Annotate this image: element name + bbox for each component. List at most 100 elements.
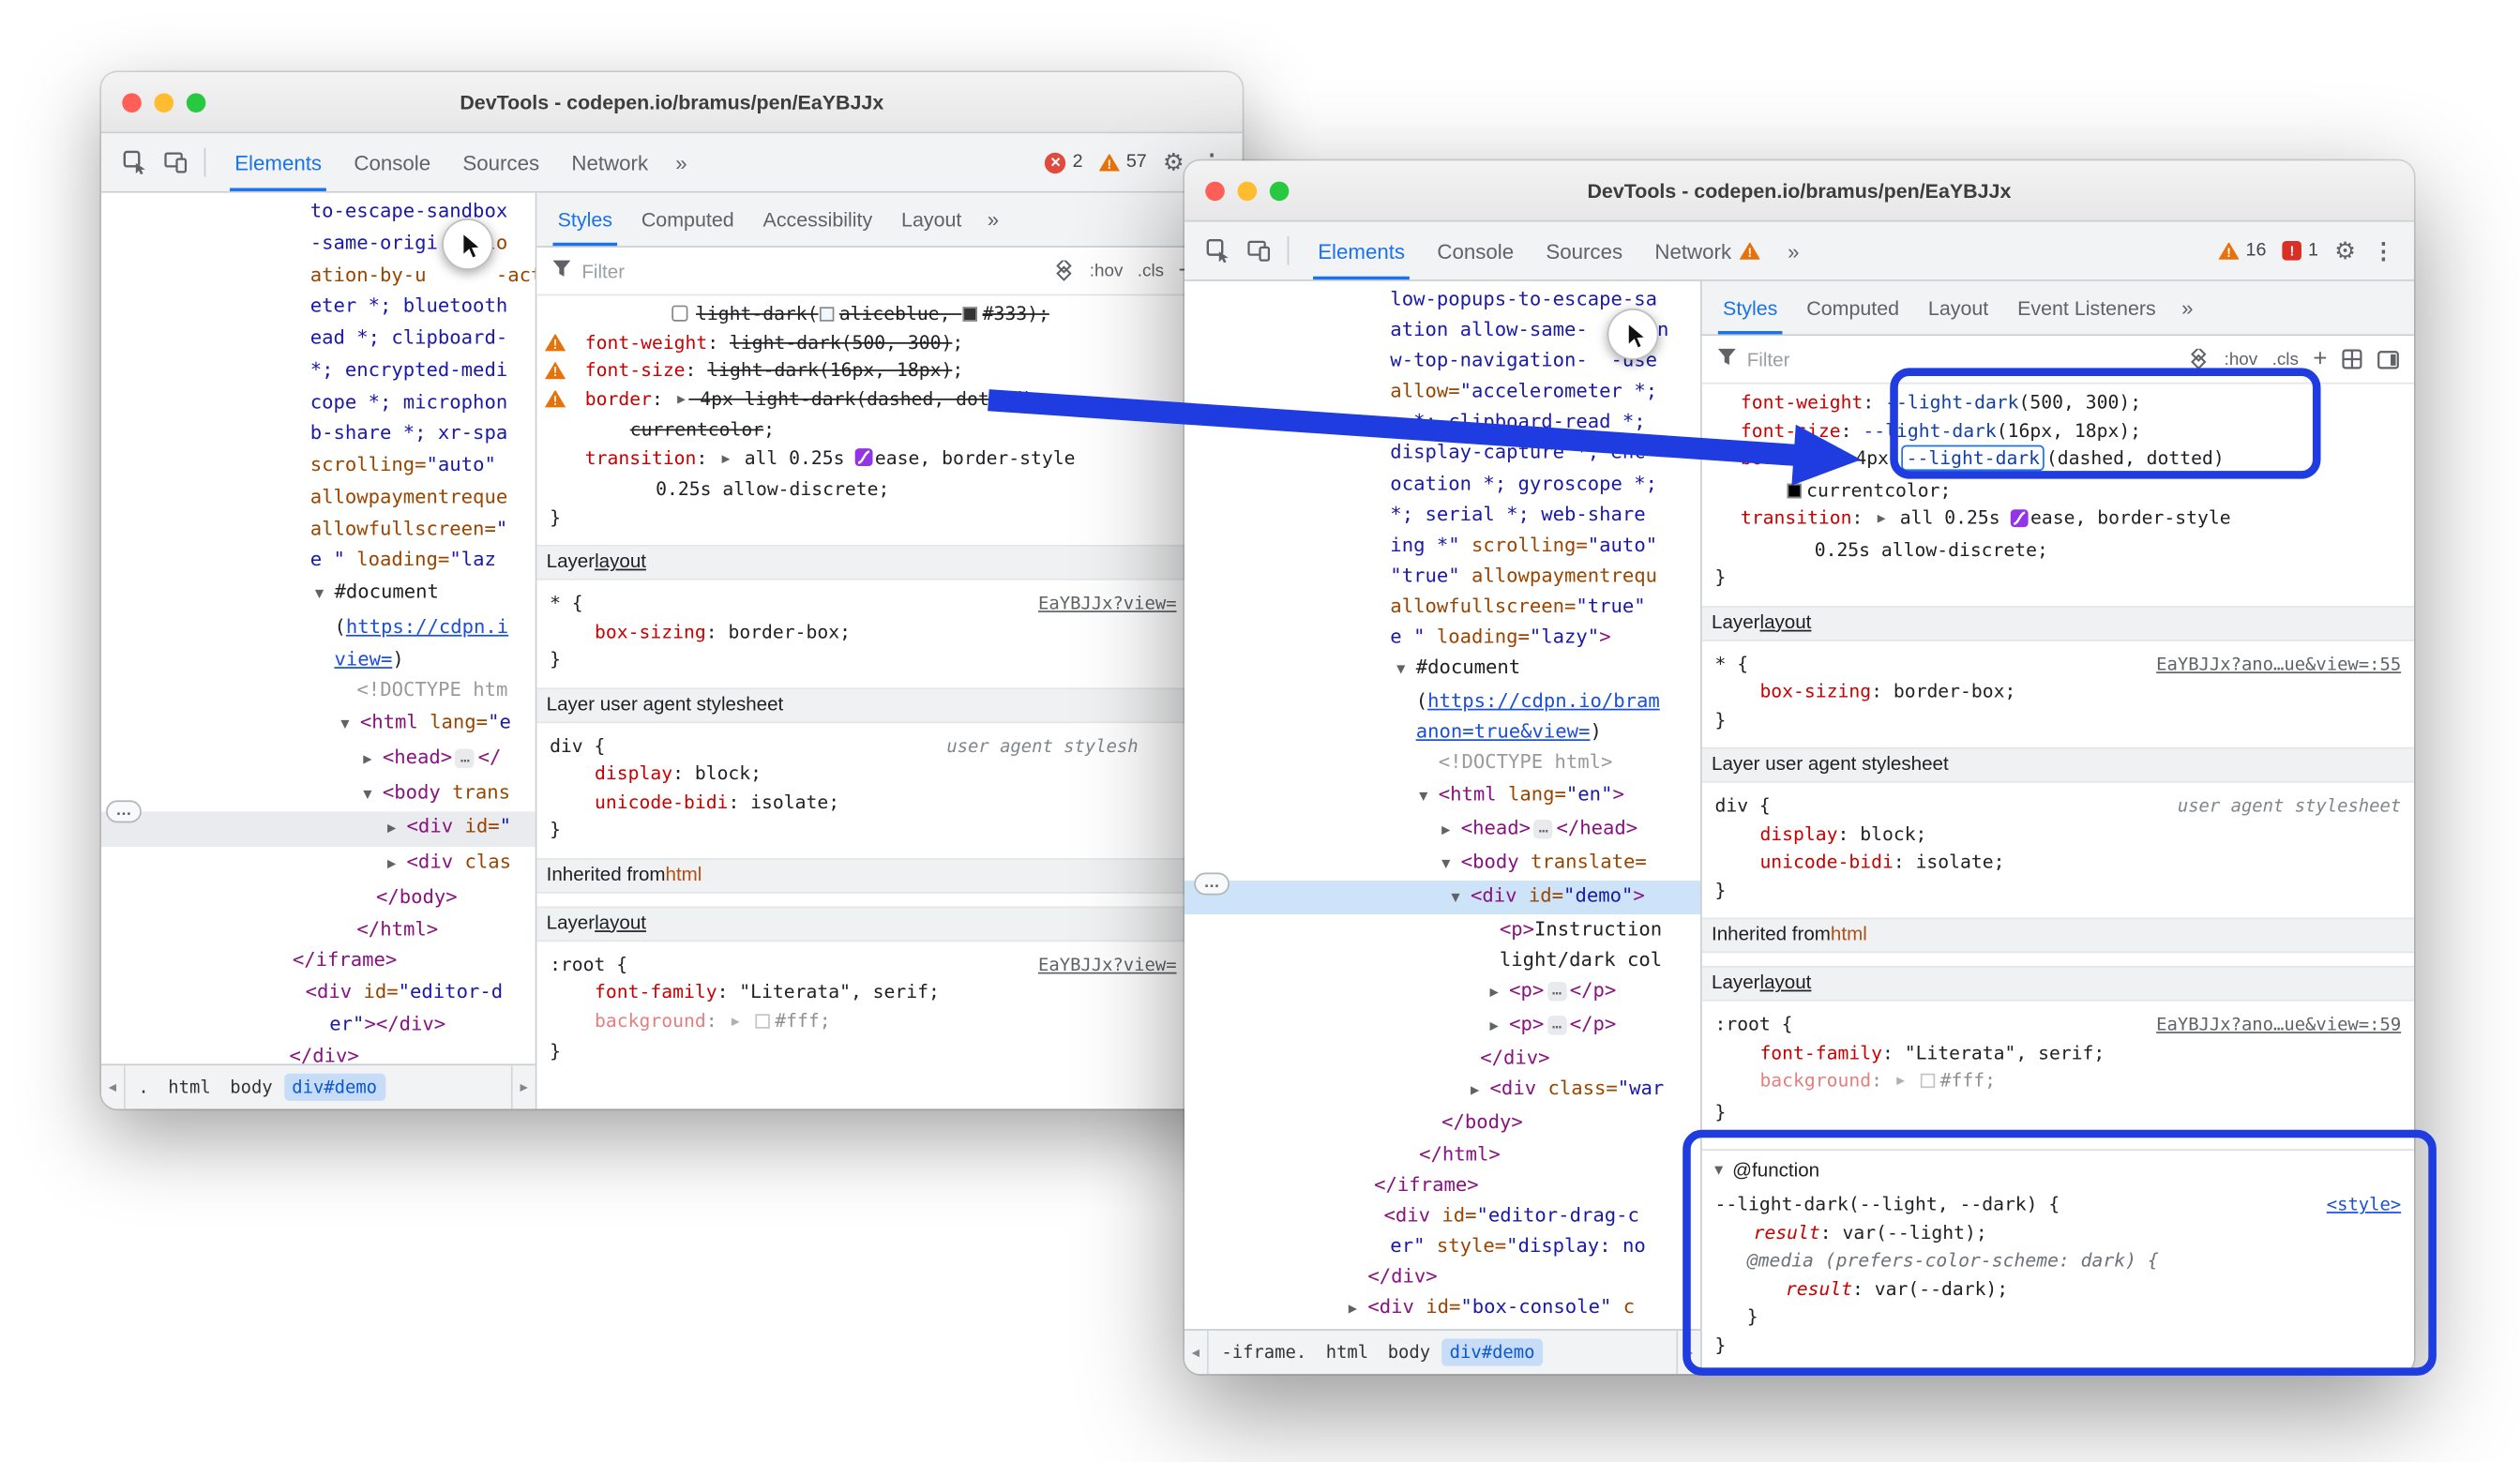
dom-tree-line[interactable]: cope *; microphon: [101, 386, 536, 418]
dom-tree-line[interactable]: display-capture *; enc: [1185, 438, 1700, 469]
more-sidebar-tabs-chevron[interactable]: »: [2170, 281, 2204, 335]
style-declaration-line[interactable]: }: [1702, 1332, 2414, 1360]
breadcrumb-item-html[interactable]: html: [1318, 1338, 1377, 1365]
tab-sources[interactable]: Sources: [1530, 221, 1638, 279]
style-declaration-line[interactable]: }: [536, 1038, 1242, 1066]
warning-count-badge[interactable]: !57: [1099, 153, 1147, 173]
dom-tree-line[interactable]: </div>: [101, 1041, 536, 1064]
toggle-hov-button[interactable]: :hov: [2225, 350, 2258, 369]
dom-tree-line[interactable]: ocation *; gyroscope *;: [1185, 469, 1700, 500]
device-toolbar-icon[interactable]: [1238, 231, 1278, 271]
dom-tree-line[interactable]: ▼<body trans: [101, 777, 536, 812]
color-swatch[interactable]: [1788, 483, 1802, 497]
style-declaration-line[interactable]: }: [1702, 706, 2414, 734]
style-declaration-line[interactable]: * {EaYBJJx?ano…ue&view=:55: [1702, 650, 2414, 678]
style-declaration-line[interactable]: !font-size: light-dark(16px, 18px);: [536, 356, 1242, 384]
sidebar-tab-layout[interactable]: Layout: [887, 193, 976, 247]
zoom-window-button[interactable]: [187, 93, 206, 113]
style-declaration-line[interactable]: result: var(--dark);: [1702, 1275, 2414, 1304]
tab-sources[interactable]: Sources: [446, 133, 555, 191]
style-declaration-line[interactable]: div {user agent stylesheet: [1702, 792, 2414, 821]
highlighted-custom-function-link[interactable]: --light-dark: [1902, 445, 2045, 471]
dom-tree-line[interactable]: ▶<head>…</head>: [1185, 812, 1700, 846]
breadcrumb-scroll-left-icon[interactable]: ◀: [1185, 1331, 1209, 1374]
dom-tree-line[interactable]: allowpaymentreque: [101, 482, 536, 514]
style-declaration-line[interactable]: font-weight: --light-dark(500, 300);: [1702, 389, 2414, 417]
expand-arrow-icon[interactable]: ▶: [1896, 1069, 1905, 1097]
breadcrumb-item-divdemo[interactable]: div#demo: [1441, 1338, 1543, 1365]
collapsed-children-badge[interactable]: …: [1547, 982, 1567, 1002]
stylesheet-source-link[interactable]: <style>: [2327, 1191, 2401, 1219]
toggle-cls-button[interactable]: .cls: [2272, 350, 2299, 369]
dom-tree-line[interactable]: allowfullscreen="true": [1185, 592, 1700, 623]
dom-tree-line[interactable]: <p>Instruction: [1185, 914, 1700, 945]
easing-editor-icon[interactable]: [855, 448, 873, 466]
dom-tree-line[interactable]: ▶<head>…</: [101, 742, 536, 776]
custom-function-link[interactable]: --light-dark: [1885, 390, 2018, 413]
custom-function-link[interactable]: --light-dark: [1863, 418, 1996, 441]
style-declaration-line[interactable]: 0.25s allow-discrete;: [1702, 536, 2414, 565]
declaration-checkbox[interactable]: [671, 306, 687, 322]
dom-tree-line[interactable]: </body>: [101, 882, 536, 913]
dom-tree-line[interactable]: (https://cdpn.io/bram: [1185, 686, 1700, 717]
tab-elements[interactable]: Elements: [219, 133, 338, 191]
zoom-window-button[interactable]: [1270, 181, 1290, 201]
dom-tree-line[interactable]: <!DOCTYPE html>: [1185, 748, 1700, 779]
dom-tree-line[interactable]: eter *; bluetooth: [101, 292, 536, 324]
titlebar[interactable]: DevTools - codepen.io/bramus/pen/EaYBJJx: [1185, 160, 2414, 221]
sidebar-tab-computed[interactable]: Computed: [626, 193, 748, 247]
style-declaration-line[interactable]: unicode-bidi: isolate;: [536, 789, 1242, 817]
resource-link[interactable]: https://cdpn.io/bram: [1427, 690, 1660, 713]
style-declaration-line[interactable]: font-size: --light-dark(16px, 18px);: [1702, 417, 2414, 445]
expand-arrow-icon[interactable]: ▶: [677, 386, 686, 414]
dom-tree-line[interactable]: ▼<html lang="e: [101, 707, 536, 742]
dom-tree-line[interactable]: ▶<div clas: [101, 847, 536, 882]
layer-link[interactable]: layout: [1760, 609, 1812, 637]
at-function-section-header[interactable]: ▼ @function: [1702, 1149, 2414, 1191]
more-actions-pill[interactable]: …: [106, 800, 142, 822]
style-declaration-line[interactable]: box-sizing: border-box;: [536, 618, 1242, 646]
expand-arrow-icon[interactable]: ▶: [722, 446, 731, 475]
style-declaration-line[interactable]: display: block;: [536, 761, 1242, 789]
dom-tree-line[interactable]: ▶<div id=": [101, 812, 536, 847]
dom-tree-line[interactable]: </div>: [1185, 1261, 1700, 1292]
tab-network[interactable]: Network: [555, 133, 664, 191]
dom-tree-line[interactable]: <div id="editor-drag-c: [1185, 1200, 1700, 1231]
style-declaration-line[interactable]: * {EaYBJJx?view=: [536, 590, 1242, 618]
dom-tree-line[interactable]: a *; clipboard-read *;: [1185, 407, 1700, 438]
close-window-button[interactable]: [122, 93, 142, 113]
style-declaration-line[interactable]: @media (prefers-color-scheme: dark) {: [1702, 1247, 2414, 1275]
easing-editor-icon[interactable]: [2011, 508, 2029, 526]
titlebar[interactable]: DevTools - codepen.io/bramus/pen/EaYBJJx: [101, 72, 1243, 133]
expand-arrow-icon[interactable]: ▶: [1833, 446, 1841, 475]
layer-link[interactable]: layout: [1760, 970, 1812, 998]
dom-tree-line[interactable]: </body>: [1185, 1108, 1700, 1138]
dom-tree-line[interactable]: ▼<div id="demo">: [1185, 881, 1700, 914]
dom-tree-line[interactable]: ▶<p>…</p>: [1185, 1009, 1700, 1043]
style-declaration-line[interactable]: unicode-bidi: isolate;: [1702, 849, 2414, 877]
resource-link[interactable]: anon=true&view=: [1416, 720, 1591, 743]
sidebar-tab-event-listeners[interactable]: Event Listeners: [2003, 281, 2171, 335]
minimize-window-button[interactable]: [1238, 181, 1258, 201]
style-declaration-line[interactable]: result: var(--light);: [1702, 1219, 2414, 1247]
style-declaration-line[interactable]: box-sizing: border-box;: [1702, 678, 2414, 706]
grid-icon[interactable]: [2342, 349, 2362, 369]
error-count-badge[interactable]: ✕2: [1045, 152, 1082, 173]
style-declaration-line[interactable]: !border: ▶ 4px light-dark(dashed, dotted…: [536, 384, 1242, 415]
device-toolbar-icon[interactable]: [155, 143, 195, 183]
inspect-element-icon[interactable]: [1198, 231, 1238, 271]
dom-tree-line[interactable]: er"></div>: [101, 1009, 536, 1041]
dom-tree-line[interactable]: view=): [101, 643, 536, 675]
color-swatch[interactable]: [963, 307, 977, 321]
stylesheet-source-link[interactable]: EaYBJJx?view=: [1038, 590, 1177, 618]
breadcrumb-item-iframe[interactable]: -iframe.: [1214, 1338, 1315, 1365]
dom-tree-line[interactable]: scrolling="auto": [101, 450, 536, 482]
dom-tree-line[interactable]: "true" allowpaymentrequ: [1185, 561, 1700, 592]
sidebar-tab-styles[interactable]: Styles: [1709, 281, 1792, 335]
style-declaration-line[interactable]: }: [536, 504, 1242, 532]
dom-tree-line[interactable]: ▼#document: [1185, 653, 1700, 686]
stack-icon[interactable]: [2187, 349, 2210, 369]
kebab-menu-icon[interactable]: ⋮: [2372, 237, 2394, 264]
style-declaration-line[interactable]: transition: ▶ all 0.25s ease, border-sty…: [1702, 505, 2414, 535]
breadcrumb-item-divdemo[interactable]: div#demo: [284, 1074, 385, 1101]
